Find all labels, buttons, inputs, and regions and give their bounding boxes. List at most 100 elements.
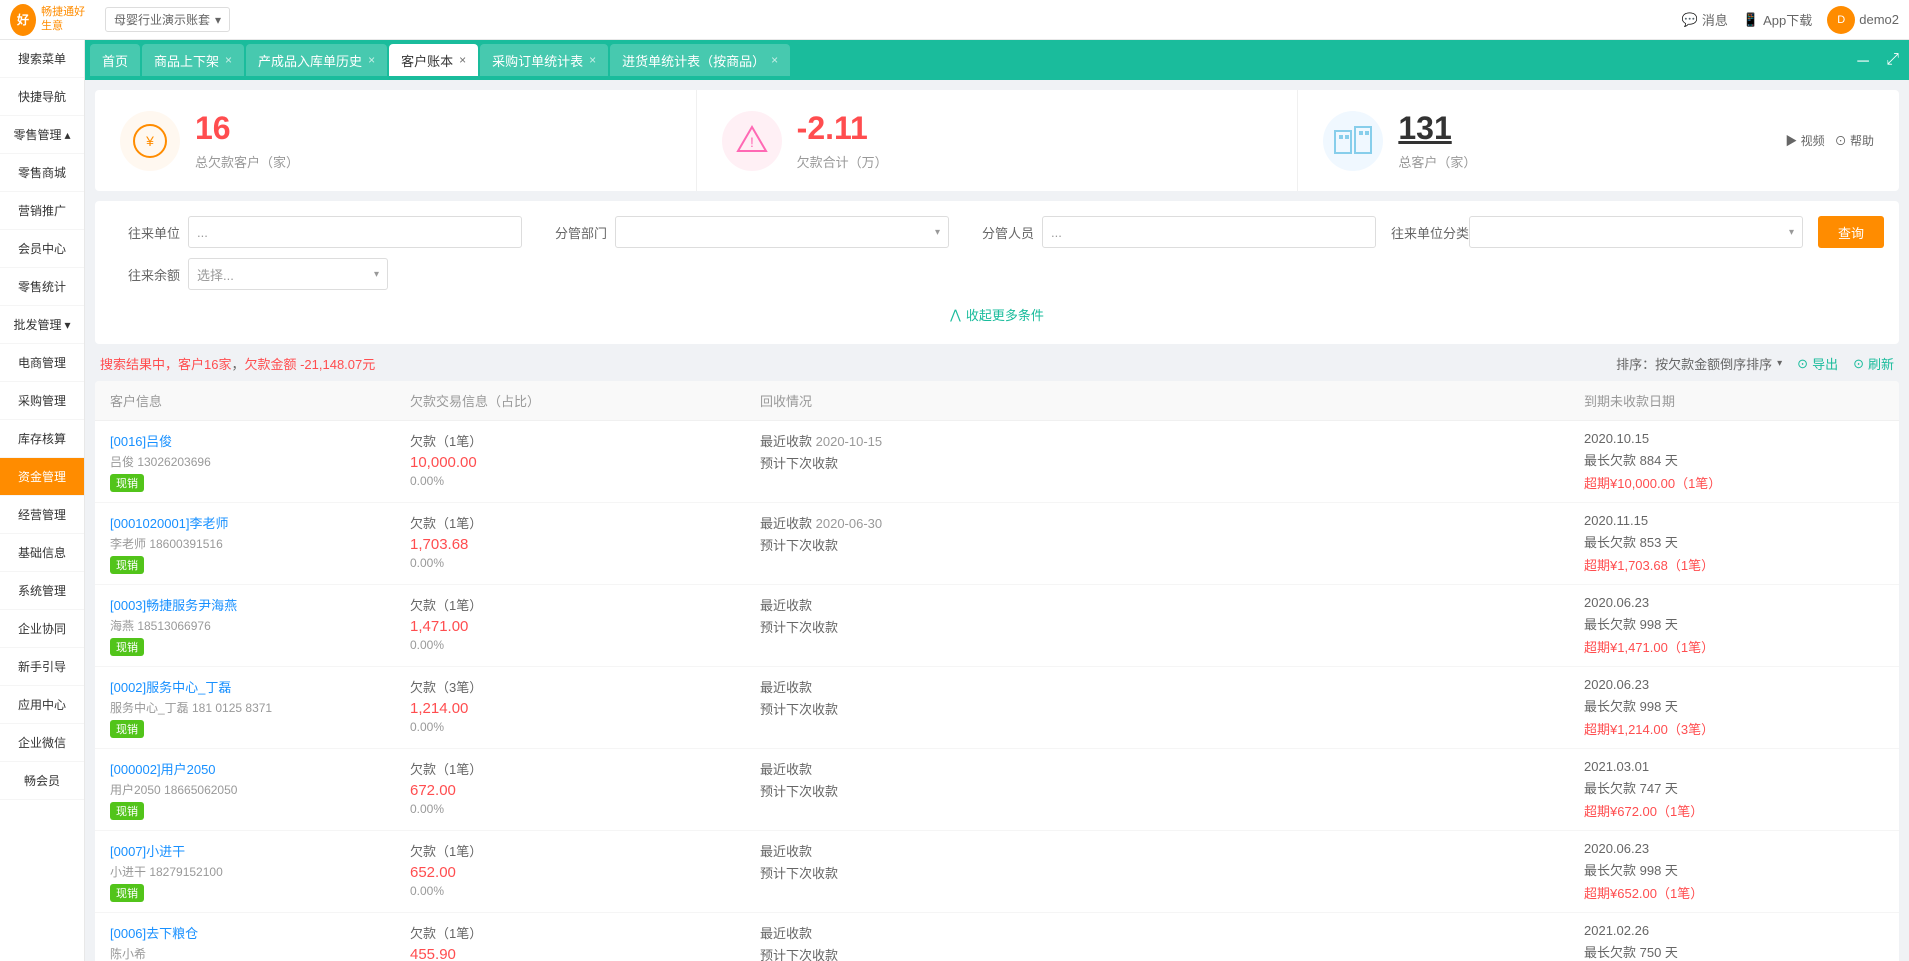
overdue-link-0[interactable]: 超期¥10,000.00（1笔） — [1584, 473, 1884, 492]
sidebar-item-operations[interactable]: 经营管理 — [0, 496, 84, 534]
debt-count-0: 欠款（1笔） — [410, 431, 760, 450]
table-row: [0006]去下粮仓 陈小希 现销 欠款（1笔） 455.90 0.00% 最近… — [95, 913, 1899, 961]
status-tag-0: 现销 — [110, 474, 144, 492]
filter-person-dots: ... — [1051, 225, 1062, 240]
tab-home[interactable]: 首页 — [90, 44, 140, 76]
sidebar-item-basic-info[interactable]: 基础信息 — [0, 534, 84, 572]
filter-select-balance[interactable]: 选择... ▾ — [188, 258, 388, 290]
logo-text: 畅捷通好生意 — [41, 6, 95, 32]
sidebar-item-capital-mgmt[interactable]: 资金管理 — [0, 458, 84, 496]
chevron-up-icon-collapse: ⋀ — [950, 307, 961, 323]
overdue-link-2[interactable]: 超期¥1,471.00（1笔） — [1584, 637, 1884, 656]
tab-product-shelf[interactable]: 商品上下架 × — [142, 44, 244, 76]
sort-label: 排序：按欠款金额倒序排序 — [1616, 354, 1772, 373]
customer-name-3[interactable]: [0002]服务中心_丁磊 — [110, 677, 410, 696]
video-btn[interactable]: ▶ 视频 — [1785, 132, 1824, 149]
customer-name-4[interactable]: [000002]用户2050 — [110, 759, 410, 778]
tab-close-inbound-stats[interactable]: × — [771, 53, 778, 67]
sidebar-item-purchase-mgmt[interactable]: 采购管理 — [0, 382, 84, 420]
tab-minimize-btn[interactable]: － — [1850, 48, 1876, 72]
overdue-link-4[interactable]: 超期¥672.00（1笔） — [1584, 801, 1884, 820]
help-btn[interactable]: ⊙ 帮助 — [1835, 132, 1874, 149]
filter-select-dept[interactable]: ▾ — [615, 216, 949, 248]
sidebar-item-enterprise-collab[interactable]: 企业协同 — [0, 610, 84, 648]
col-header-customer: 客户信息 — [110, 391, 410, 410]
sidebar-item-retail-mgmt[interactable]: 零售管理 ▴ — [0, 116, 84, 154]
status-tag-2: 现销 — [110, 638, 144, 656]
user-profile[interactable]: D demo2 — [1827, 6, 1899, 34]
sidebar-item-marketing[interactable]: 营销推广 — [0, 192, 84, 230]
tab-close-product-shelf[interactable]: × — [225, 53, 232, 67]
collection-last-1: 最近收款 2020-06-30 — [760, 513, 1584, 532]
sidebar-item-enjoy-member[interactable]: 畅会员 — [0, 762, 84, 800]
tab-close-customer-account[interactable]: × — [459, 53, 466, 67]
customer-cell-1: [0001020001]李老师 李老师 18600391516 现销 — [110, 513, 410, 574]
sidebar-item-enterprise-wechat[interactable]: 企业微信 — [0, 724, 84, 762]
collection-last-2: 最近收款 — [760, 595, 1584, 614]
tab-close-product-history[interactable]: × — [368, 53, 375, 67]
debt-amount-5: 652.00 — [410, 864, 760, 881]
debt-count-2: 欠款（1笔） — [410, 595, 760, 614]
customer-info-1: 李老师 18600391516 — [110, 535, 410, 552]
filter-select-category[interactable]: ▾ — [1469, 216, 1803, 248]
stat-number-2: -2.11 — [797, 110, 1273, 147]
tab-close-purchase-order[interactable]: × — [589, 53, 596, 67]
overdue-link-5[interactable]: 超期¥652.00（1笔） — [1584, 883, 1884, 902]
app-download-label: App下载 — [1763, 10, 1812, 29]
customer-info-5: 小进干 18279152100 — [110, 863, 410, 880]
filter-input-unit[interactable]: ... — [188, 216, 522, 248]
stat-card-2: ! -2.11 欠款合计（万） — [697, 90, 1299, 191]
sidebar-item-retail-mall[interactable]: 零售商城 — [0, 154, 84, 192]
debt-count-3: 欠款（3笔） — [410, 677, 760, 696]
sidebar-item-retail-stats[interactable]: 零售统计 — [0, 268, 84, 306]
export-btn[interactable]: ⊙ 导出 — [1797, 354, 1838, 373]
sidebar-item-app-center[interactable]: 应用中心 — [0, 686, 84, 724]
max-overdue-4: 最长欠款 747 天 — [1584, 778, 1884, 797]
collapse-btn[interactable]: ⋀ 收起更多条件 — [110, 300, 1884, 329]
sidebar-item-search-menu[interactable]: 搜索菜单 — [0, 40, 84, 78]
debt-count-5: 欠款（1笔） — [410, 841, 760, 860]
result-info: 搜索结果中，客户16家，欠款金额 -21,148.07元 — [100, 354, 375, 373]
status-tag-1: 现销 — [110, 556, 144, 574]
tab-purchase-order[interactable]: 采购订单统计表 × — [480, 44, 608, 76]
stat-icon-1: ¥ — [120, 111, 180, 171]
page-content: ¥ 16 总欠款客户（家） ! — [85, 80, 1909, 961]
chevron-up-icon: ▴ — [64, 128, 70, 142]
sidebar-item-batch-mgmt[interactable]: 批发管理 ▾ — [0, 306, 84, 344]
filter-balance-placeholder: 选择... — [197, 265, 234, 284]
overdue-link-1[interactable]: 超期¥1,703.68（1笔） — [1584, 555, 1884, 574]
filter-input-person[interactable]: ... — [1042, 216, 1376, 248]
sidebar-item-ecommerce[interactable]: 电商管理 — [0, 344, 84, 382]
refresh-btn[interactable]: ⊙ 刷新 — [1853, 354, 1894, 373]
search-button[interactable]: 查询 — [1818, 216, 1884, 248]
sidebar-item-inventory[interactable]: 库存核算 — [0, 420, 84, 458]
filter-label-category: 往来单位分类 — [1391, 223, 1461, 242]
sidebar-item-quick-nav[interactable]: 快捷导航 — [0, 78, 84, 116]
customer-name-1[interactable]: [0001020001]李老师 — [110, 513, 410, 532]
message-btn[interactable]: 💬 消息 — [1682, 10, 1728, 29]
overdue-link-3[interactable]: 超期¥1,214.00（3笔） — [1584, 719, 1884, 738]
customer-name-6[interactable]: [0006]去下粮仓 — [110, 923, 410, 942]
tab-maximize-btn[interactable]: ⤢ — [1881, 51, 1904, 69]
sort-select[interactable]: 排序：按欠款金额倒序排序 ▾ — [1616, 354, 1782, 373]
store-selector[interactable]: 母婴行业演示账套 ▾ — [105, 7, 230, 32]
tab-product-history[interactable]: 产成品入库单历史 × — [246, 44, 387, 76]
logo-icon: 好 — [10, 4, 36, 36]
sidebar-item-new-guide[interactable]: 新手引导 — [0, 648, 84, 686]
customer-name-2[interactable]: [0003]畅捷服务尹海燕 — [110, 595, 410, 614]
stats-row: ¥ 16 总欠款客户（家） ! — [95, 90, 1899, 191]
tab-customer-account[interactable]: 客户账本 × — [389, 44, 478, 76]
tab-inbound-stats[interactable]: 进货单统计表（按商品） × — [610, 44, 790, 76]
svg-text:¥: ¥ — [145, 133, 154, 149]
due-date-cell-2: 2020.06.23 最长欠款 998 天 超期¥1,471.00（1笔） — [1584, 595, 1884, 656]
collection-cell-0: 最近收款 2020-10-15 预计下次收款 — [760, 431, 1584, 475]
sidebar-item-member-center[interactable]: 会员中心 — [0, 230, 84, 268]
collection-cell-1: 最近收款 2020-06-30 预计下次收款 — [760, 513, 1584, 557]
sidebar-item-system-mgmt[interactable]: 系统管理 — [0, 572, 84, 610]
due-date-3: 2020.06.23 — [1584, 677, 1884, 692]
max-overdue-3: 最长欠款 998 天 — [1584, 696, 1884, 715]
customer-name-0[interactable]: [0016]吕俊 — [110, 431, 410, 450]
app-download-btn[interactable]: 📱 App下载 — [1743, 10, 1812, 29]
customer-name-5[interactable]: [0007]小进干 — [110, 841, 410, 860]
chevron-down-balance: ▾ — [374, 269, 379, 280]
